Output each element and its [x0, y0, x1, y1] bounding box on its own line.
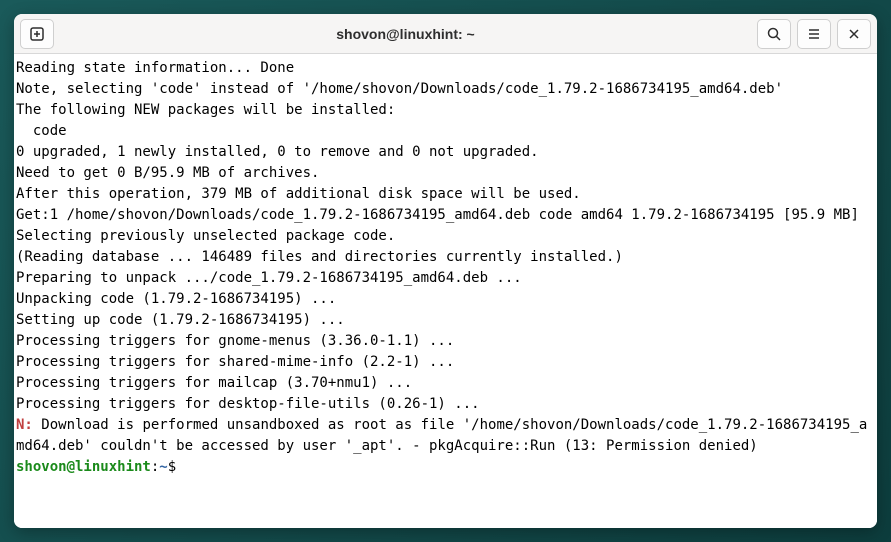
prompt-path: ~ [159, 459, 167, 475]
warning-prefix: N: [16, 417, 41, 433]
menu-button[interactable] [797, 19, 831, 49]
titlebar-controls [757, 19, 871, 49]
search-icon [766, 26, 782, 42]
prompt-symbol: $ [168, 459, 185, 475]
close-icon [846, 26, 862, 42]
warning-text: Download is performed unsandboxed as roo… [16, 417, 867, 454]
window-title: shovon@linuxhint: ~ [60, 26, 751, 42]
new-tab-button[interactable] [20, 19, 54, 49]
titlebar: shovon@linuxhint: ~ [14, 14, 877, 54]
terminal-window: shovon@linuxhint: ~ [14, 14, 877, 528]
close-button[interactable] [837, 19, 871, 49]
terminal-output[interactable]: Reading state information... Done Note, … [14, 54, 877, 528]
terminal-lines: Reading state information... Done Note, … [16, 60, 859, 412]
prompt-user-host: shovon@linuxhint [16, 459, 151, 475]
hamburger-icon [806, 26, 822, 42]
search-button[interactable] [757, 19, 791, 49]
plus-box-icon [29, 26, 45, 42]
